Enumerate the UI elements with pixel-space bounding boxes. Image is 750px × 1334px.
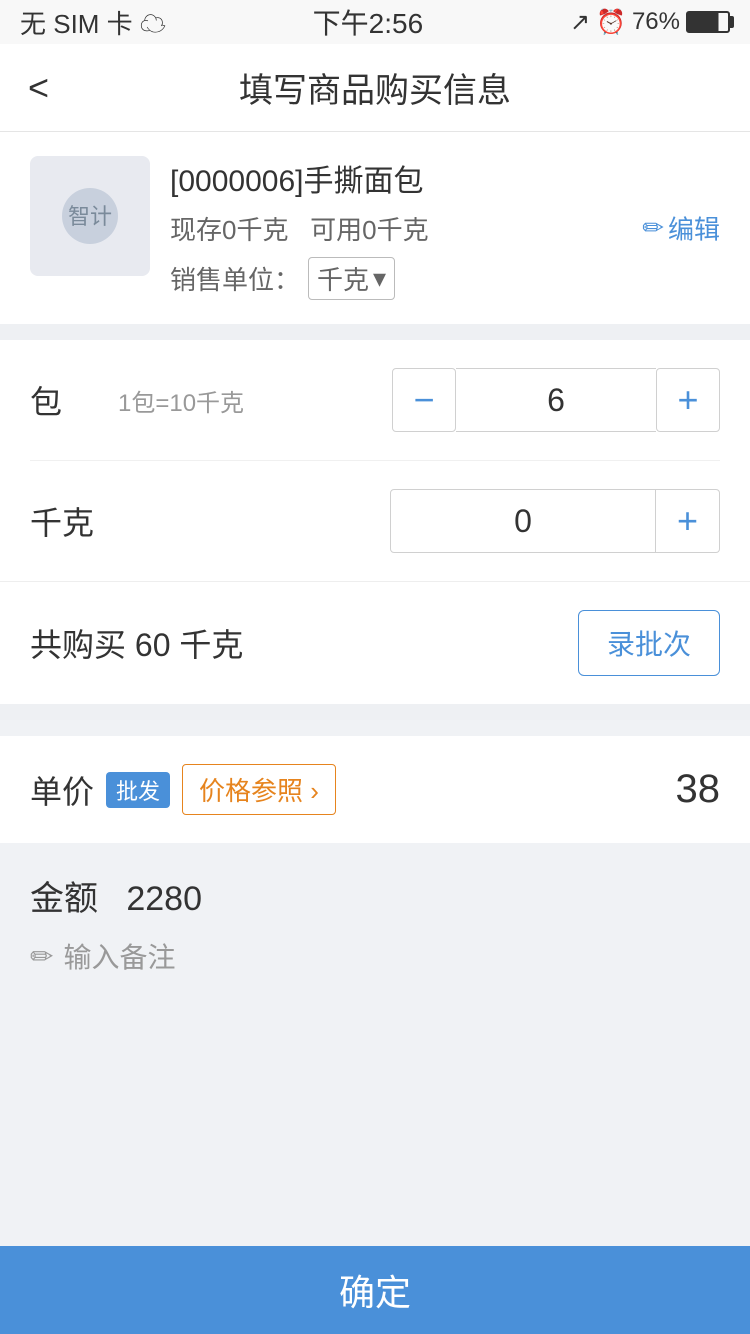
amount-section: 金额 2280 ✏ 输入备注 — [0, 843, 750, 1004]
kg-label: 千克 — [30, 498, 110, 544]
kg-plus-button[interactable]: + — [656, 489, 720, 553]
price-row: 单价 批发 价格参照 › 38 — [30, 764, 720, 815]
product-name: [0000006]手撕面包 — [170, 156, 720, 200]
bao-input-row: 包 1包=10千克 − + — [30, 340, 720, 461]
bao-minus-button[interactable]: − — [392, 368, 456, 432]
product-image: 智计 — [30, 156, 150, 276]
kg-input-row: 千克 + — [30, 461, 720, 581]
unit-select-wrapper[interactable]: 千克 ▾ — [308, 257, 395, 300]
sim-label: 无 SIM 卡 ☁ — [20, 4, 166, 41]
batch-button[interactable]: 录批次 — [578, 610, 720, 676]
remark-placeholder[interactable]: 输入备注 — [63, 936, 175, 976]
product-logo-icon: 智计 — [60, 186, 120, 246]
total-section: 共购买 60 千克 录批次 — [0, 581, 750, 704]
edit-button[interactable]: ✏ 编辑 — [642, 210, 720, 247]
price-tag: 批发 — [106, 772, 170, 808]
location-icon: ↗ — [570, 8, 590, 37]
status-right: ↗ ⏰ 76% — [570, 8, 730, 37]
price-label: 单价 批发 价格参照 › — [30, 764, 336, 815]
price-value: 38 — [676, 767, 721, 812]
battery-icon — [686, 11, 730, 33]
bao-label: 包 — [30, 377, 110, 423]
edit-icon: ✏ — [642, 213, 664, 244]
product-info: [0000006]手撕面包 现存0千克 可用0千克 销售单位： 千克 ▾ — [170, 156, 720, 300]
input-section: 包 1包=10千克 − + 千克 + — [0, 340, 750, 581]
status-time: 下午2:56 — [313, 2, 424, 42]
price-ref-button[interactable]: 价格参照 › — [182, 764, 336, 815]
pencil-icon: ✏ — [30, 940, 53, 973]
amount-row: 金额 2280 — [30, 871, 720, 920]
alarm-icon: ⏰ — [596, 8, 626, 37]
bao-controls: − + — [392, 368, 720, 432]
battery-label: 76% — [632, 8, 680, 36]
back-button[interactable]: < — [28, 67, 49, 109]
svg-text:智计: 智计 — [68, 204, 112, 229]
unit-value: 千克 — [317, 260, 369, 297]
amount-label: 金额 — [30, 880, 98, 918]
price-section: 单价 批发 价格参照 › 38 — [0, 736, 750, 843]
status-left: 无 SIM 卡 ☁ — [20, 4, 166, 41]
bao-input[interactable] — [456, 368, 656, 432]
bao-plus-button[interactable]: + — [656, 368, 720, 432]
divider-2 — [0, 704, 750, 720]
product-unit: 销售单位： 千克 ▾ — [170, 257, 720, 300]
page-title: 填写商品购买信息 — [239, 63, 511, 112]
confirm-button[interactable]: 确定 — [0, 1246, 750, 1334]
status-bar: 无 SIM 卡 ☁ 下午2:56 ↗ ⏰ 76% — [0, 0, 750, 44]
nav-bar: < 填写商品购买信息 — [0, 44, 750, 132]
amount-value: 2280 — [126, 880, 202, 918]
product-stock: 现存0千克 可用0千克 — [170, 210, 720, 247]
total-text: 共购买 60 千克 — [30, 620, 243, 666]
kg-controls: + — [390, 489, 720, 553]
kg-input[interactable] — [390, 489, 656, 553]
unit-dropdown-icon: ▾ — [373, 263, 386, 294]
bao-hint: 1包=10千克 — [118, 383, 244, 418]
product-section: 智计 [0000006]手撕面包 现存0千克 可用0千克 销售单位： 千克 ▾ … — [0, 132, 750, 324]
remark-row[interactable]: ✏ 输入备注 — [30, 936, 720, 1004]
divider-1 — [0, 324, 750, 340]
